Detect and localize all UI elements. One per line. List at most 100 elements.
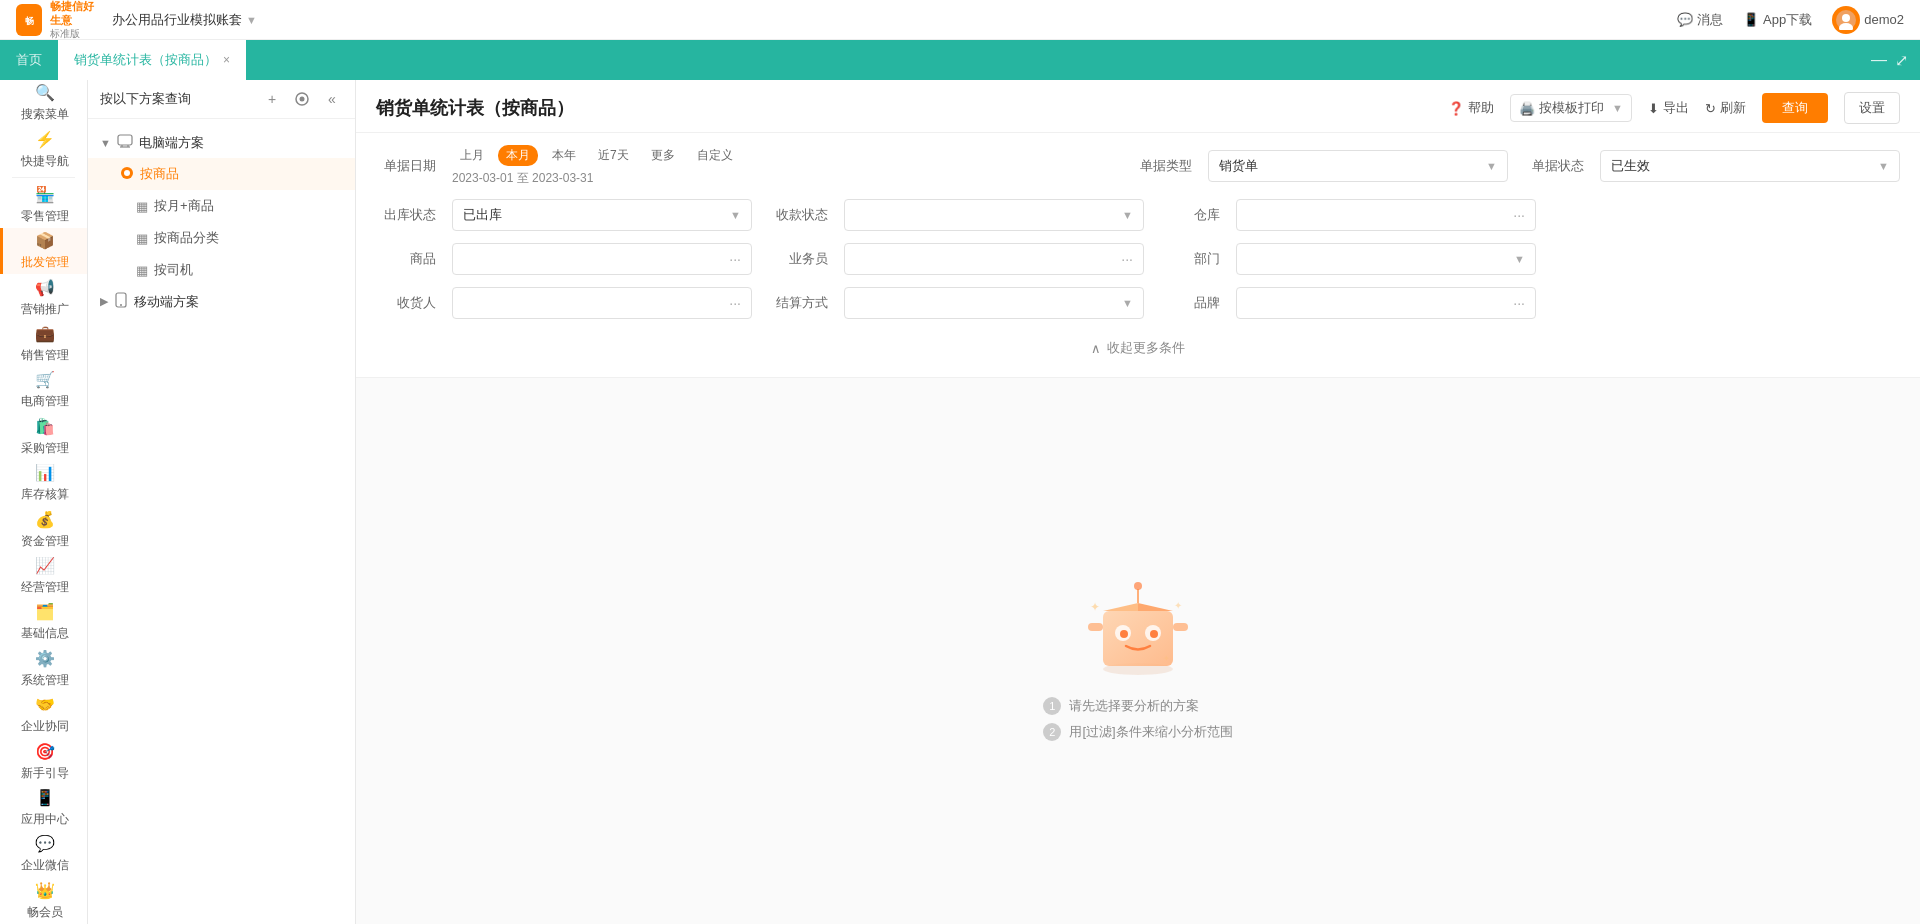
svg-text:畅: 畅 <box>25 16 34 26</box>
receiver-label: 收货人 <box>376 294 436 312</box>
wechat-icon: 💬 <box>35 834 55 853</box>
sidebar-item-corp[interactable]: 🤝 企业协同 <box>0 692 87 738</box>
empty-state: ✦ ✦ ✦ 1 请先选择要分析的方案 2 用[过滤]条件来缩小分析范围 <box>356 378 1920 924</box>
sidebar-item-retail[interactable]: 🏪 零售管理 <box>0 182 87 228</box>
date-tab-more[interactable]: 更多 <box>643 145 683 166</box>
payment-status-select[interactable]: ▼ <box>844 199 1144 231</box>
add-scheme-btn[interactable]: + <box>261 88 283 110</box>
marketing-icon: 📢 <box>35 278 55 297</box>
tree-item-by-category[interactable]: ▦ 按商品分类 <box>88 222 355 254</box>
top-right: 💬 消息 📱 App下载 demo2 <box>1677 6 1904 34</box>
edit-scheme-btn[interactable] <box>291 88 313 110</box>
username-label: demo2 <box>1864 12 1904 27</box>
main-layout: 🔍 搜索菜单 ⚡ 快捷导航 🏪 零售管理 📦 批发管理 📢 营销推广 💼 销售管… <box>0 80 1920 924</box>
sidebar-item-sales[interactable]: 💼 销售管理 <box>0 321 87 367</box>
sidebar-item-vip[interactable]: 👑 畅会员 <box>0 878 87 924</box>
help-label: 帮助 <box>1468 99 1494 117</box>
sidebar-label-vip: 畅会员 <box>27 904 63 921</box>
tree-section: ▼ 电脑端方案 按商品 ▦ 按月+商品 <box>88 119 355 325</box>
sidebar-item-system[interactable]: ⚙️ 系统管理 <box>0 646 87 692</box>
logo-text-line1: 畅捷信好生意 <box>50 0 104 27</box>
search-button[interactable]: 查询 <box>1762 93 1828 123</box>
tree-group-pc[interactable]: ▼ 电脑端方案 <box>88 127 355 158</box>
svg-rect-23 <box>1088 623 1103 631</box>
salesman-input[interactable]: ··· <box>844 243 1144 275</box>
tree-item-by-goods[interactable]: 按商品 <box>88 158 355 190</box>
sidebar-label-sales: 销售管理 <box>21 347 69 364</box>
settings-button[interactable]: 设置 <box>1844 92 1900 124</box>
svg-text:✦: ✦ <box>1174 600 1182 611</box>
sidebar-item-newbie[interactable]: 🎯 新手引导 <box>0 738 87 784</box>
refresh-btn[interactable]: ↻ 刷新 <box>1705 99 1746 117</box>
tree-group-pc-label: 电脑端方案 <box>139 134 204 152</box>
doc-type-label: 单据类型 <box>1132 157 1192 175</box>
date-tab-7days[interactable]: 近7天 <box>590 145 637 166</box>
collapse-filters-btn[interactable]: ∧ 收起更多条件 <box>376 331 1900 365</box>
dept-select[interactable]: ▼ <box>1236 243 1536 275</box>
help-icon: ❓ <box>1448 101 1464 116</box>
sidebar-item-quicknav[interactable]: ⚡ 快捷导航 <box>0 126 87 172</box>
tab-home[interactable]: 首页 <box>0 40 58 80</box>
apps-icon: 📱 <box>35 788 55 807</box>
tree-item-by-cashier[interactable]: ▦ 按司机 <box>88 254 355 286</box>
brand-input[interactable]: ··· <box>1236 287 1536 319</box>
goods-input[interactable]: ··· <box>452 243 752 275</box>
export-icon: ⬇ <box>1648 101 1659 116</box>
tab-stats[interactable]: 销货单统计表（按商品） × <box>58 40 246 80</box>
message-label: 消息 <box>1697 11 1723 29</box>
tab-minimize-icon[interactable]: — <box>1871 51 1887 69</box>
hint-number-2: 2 <box>1043 723 1061 741</box>
sidebar-item-apps[interactable]: 📱 应用中心 <box>0 785 87 831</box>
industry-selector[interactable]: 办公用品行业模拟账套 ▼ <box>112 11 257 29</box>
app-download-btn[interactable]: 📱 App下载 <box>1743 11 1812 29</box>
collapse-panel-btn[interactable]: « <box>321 88 343 110</box>
svg-text:✦: ✦ <box>1090 600 1100 614</box>
export-btn[interactable]: ⬇ 导出 <box>1648 99 1689 117</box>
out-status-arrow-icon: ▼ <box>730 209 741 221</box>
base-icon: 🗂️ <box>35 602 55 621</box>
message-btn[interactable]: 💬 消息 <box>1677 11 1723 29</box>
warehouse-input[interactable]: ··· <box>1236 199 1536 231</box>
sidebar-item-ecommerce[interactable]: 🛒 电商管理 <box>0 367 87 413</box>
sidebar-item-wholesale[interactable]: 📦 批发管理 <box>0 228 87 274</box>
date-tab-this-month[interactable]: 本月 <box>498 145 538 166</box>
goods-dots-icon: ··· <box>729 251 741 267</box>
doc-status-select[interactable]: 已生效 ▼ <box>1600 150 1900 182</box>
user-menu[interactable]: demo2 <box>1832 6 1904 34</box>
svg-point-6 <box>300 97 305 102</box>
sidebar-item-purchase[interactable]: 🛍️ 采购管理 <box>0 414 87 460</box>
sidebar-item-finance[interactable]: 💰 资金管理 <box>0 506 87 552</box>
tab-close-icon[interactable]: × <box>223 53 230 67</box>
svg-text:✦: ✦ <box>1163 654 1170 663</box>
sidebar-item-inventory[interactable]: 📊 库存核算 <box>0 460 87 506</box>
out-status-select[interactable]: 已出库 ▼ <box>452 199 752 231</box>
tab-expand-icon[interactable]: ⤢ <box>1895 51 1908 70</box>
print-btn[interactable]: 🖨️ 按模板打印 ▼ <box>1510 94 1632 122</box>
quick-nav-icon: ⚡ <box>35 130 55 149</box>
date-tab-last-month[interactable]: 上月 <box>452 145 492 166</box>
settlement-arrow-icon: ▼ <box>1122 297 1133 309</box>
date-tabs: 上月 本月 本年 近7天 更多 自定义 <box>452 145 1116 166</box>
tree-group-mobile[interactable]: ▶ 移动端方案 <box>88 286 355 317</box>
sidebar-item-wechat[interactable]: 💬 企业微信 <box>0 831 87 877</box>
sidebar-item-marketing[interactable]: 📢 营销推广 <box>0 274 87 320</box>
sidebar-item-search[interactable]: 🔍 搜索菜单 <box>0 80 87 126</box>
date-tab-custom[interactable]: 自定义 <box>689 145 741 166</box>
receiver-dots-icon: ··· <box>729 295 741 311</box>
date-range-text: 2023-03-01 至 2023-03-31 <box>452 170 1116 187</box>
settlement-select[interactable]: ▼ <box>844 287 1144 319</box>
sidebar-item-ops[interactable]: 📈 经营管理 <box>0 553 87 599</box>
sidebar-item-base[interactable]: 🗂️ 基础信息 <box>0 599 87 645</box>
out-status-label: 出库状态 <box>376 206 436 224</box>
doc-type-select[interactable]: 销货单 ▼ <box>1208 150 1508 182</box>
payment-status-arrow-icon: ▼ <box>1122 209 1133 221</box>
sidebar-label-apps: 应用中心 <box>21 811 69 828</box>
help-btn[interactable]: ❓ 帮助 <box>1448 99 1494 117</box>
tree-item-by-month-goods[interactable]: ▦ 按月+商品 <box>88 190 355 222</box>
sidebar-label-marketing: 营销推广 <box>21 301 69 318</box>
payment-status-label: 收款状态 <box>768 206 828 224</box>
date-tab-this-year[interactable]: 本年 <box>544 145 584 166</box>
top-header: 畅 畅捷信好生意 标准版 办公用品行业模拟账套 ▼ 💬 消息 📱 App下载 d… <box>0 0 1920 40</box>
receiver-input[interactable]: ··· <box>452 287 752 319</box>
corp-icon: 🤝 <box>35 695 55 714</box>
